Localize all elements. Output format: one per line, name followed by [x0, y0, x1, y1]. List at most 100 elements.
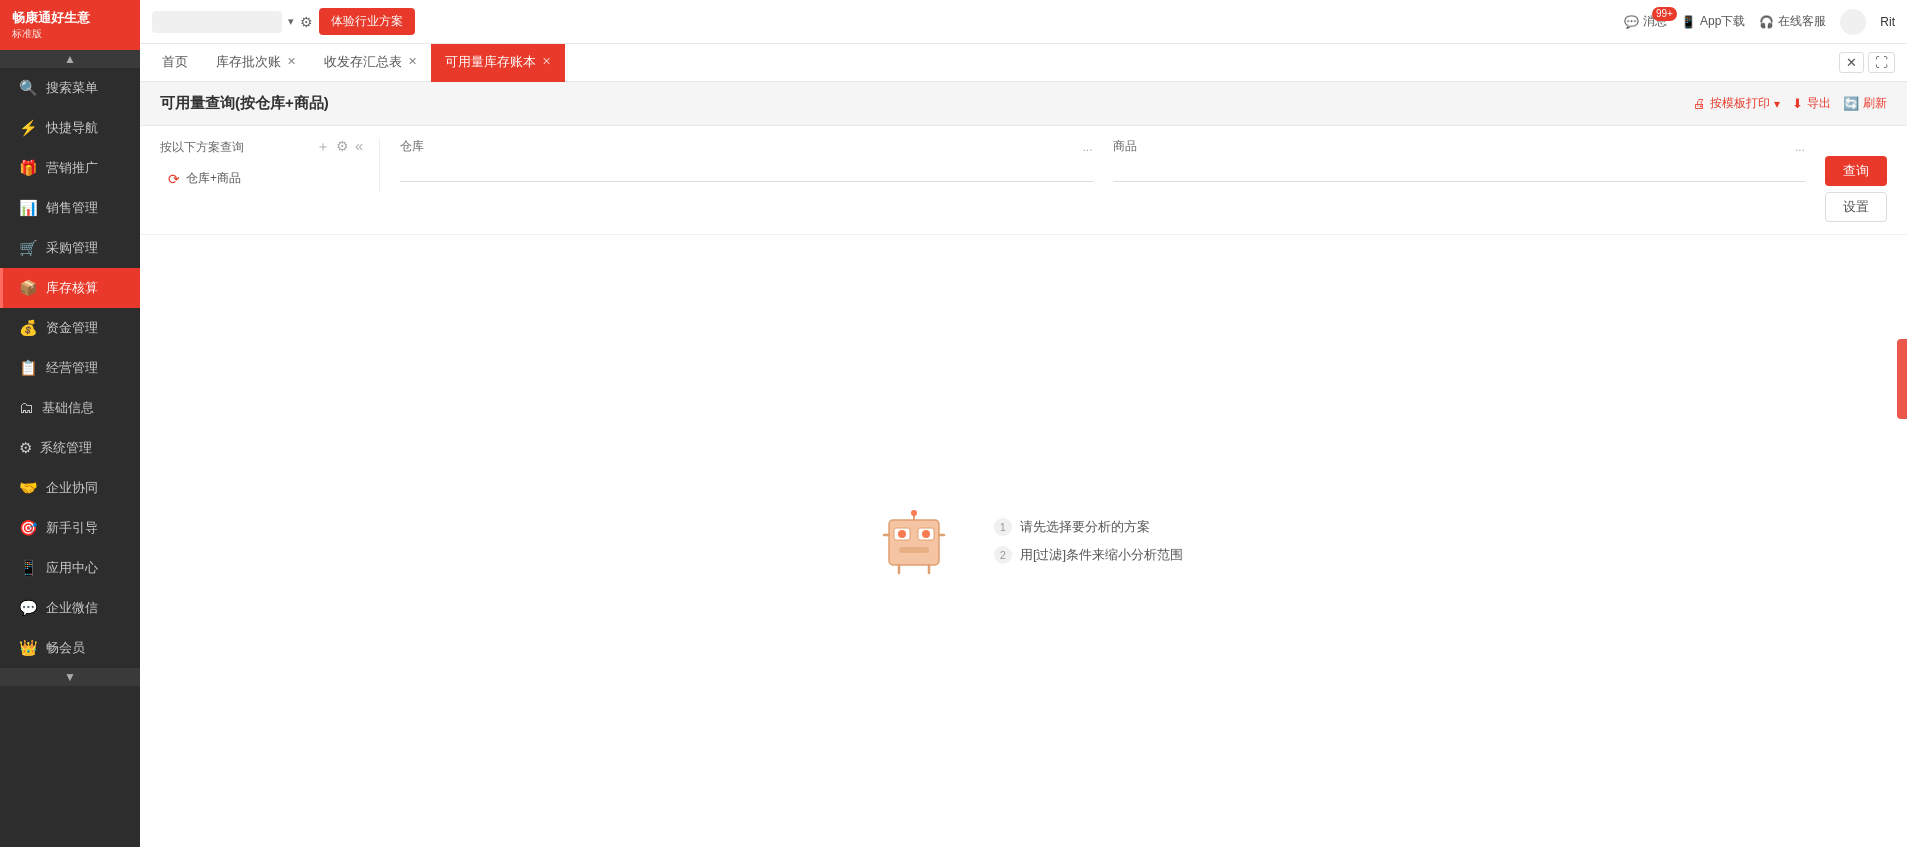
tip-item-1: 1 请先选择要分析的方案 — [994, 518, 1183, 536]
sidebar-item-purchase[interactable]: 🛒 采购管理 — [0, 228, 140, 268]
print-dropdown-icon: ▾ — [1774, 97, 1780, 111]
empty-tips: 1 请先选择要分析的方案 2 用[过滤]条件来缩小分析范围 — [994, 518, 1183, 564]
tab-batch-account[interactable]: 库存批次账 ✕ — [202, 44, 310, 82]
user-name: Rit — [1880, 15, 1895, 29]
sidebar-item-label: 新手引导 — [46, 519, 98, 537]
sidebar-item-operation[interactable]: 📋 经营管理 — [0, 348, 140, 388]
tab-collection-account-label: 收发存汇总表 — [324, 53, 402, 71]
print-action[interactable]: 🖨 按模板打印 ▾ — [1693, 95, 1780, 112]
guide-icon: 🎯 — [19, 519, 38, 537]
app-download-label: App下载 — [1700, 13, 1745, 30]
search-input[interactable] — [152, 11, 282, 33]
warehouse-label-text: 仓库 — [400, 138, 424, 155]
product-more[interactable]: ... — [1795, 140, 1805, 154]
scheme-option-label: 仓库+商品 — [186, 170, 241, 187]
sidebar-item-finance[interactable]: 💰 资金管理 — [0, 308, 140, 348]
message-badge: 99+ — [1652, 7, 1677, 21]
print-icon: 🖨 — [1693, 96, 1706, 111]
sidebar-item-quick-nav[interactable]: ⚡ 快捷导航 — [0, 108, 140, 148]
scheme-option-icon: ⟳ — [168, 171, 180, 187]
message-icon: 💬 — [1624, 15, 1639, 29]
sidebar-item-sales[interactable]: 📊 销售管理 — [0, 188, 140, 228]
member-icon: 👑 — [19, 639, 38, 657]
sidebar-item-label: 企业协同 — [46, 479, 98, 497]
tip-num-1: 1 — [994, 518, 1012, 536]
sidebar-scroll-up[interactable]: ▲ — [0, 50, 140, 68]
sidebar-item-wechat[interactable]: 💬 企业微信 — [0, 588, 140, 628]
topbar: ▾ ⚙ 体验行业方案 💬 消息 99+ 📱 App下载 🎧 在线客服 Rit — [140, 0, 1907, 44]
tab-collection-account[interactable]: 收发存汇总表 ✕ — [310, 44, 431, 82]
tab-available-stock-close[interactable]: ✕ — [542, 55, 551, 68]
sidebar-item-inventory[interactable]: 📦 库存核算 — [0, 268, 140, 308]
headset-icon: 🎧 — [1759, 15, 1774, 29]
warehouse-label: 仓库 ... — [400, 138, 1093, 155]
topbar-right: 💬 消息 99+ 📱 App下载 🎧 在线客服 Rit — [1624, 9, 1895, 35]
operation-icon: 📋 — [19, 359, 38, 377]
topbar-left: ▾ ⚙ 体验行业方案 — [152, 8, 1616, 35]
svg-rect-0 — [889, 520, 939, 565]
warehouse-more[interactable]: ... — [1082, 140, 1092, 154]
tab-home-label: 首页 — [162, 53, 188, 71]
query-button[interactable]: 查询 — [1825, 156, 1887, 186]
sidebar-item-system[interactable]: ⚙ 系统管理 — [0, 428, 140, 468]
svg-point-3 — [898, 530, 906, 538]
sidebar-item-member[interactable]: 👑 畅会员 — [0, 628, 140, 668]
sidebar-item-label: 应用中心 — [46, 559, 98, 577]
close-tab-btn[interactable]: ✕ — [1839, 52, 1864, 73]
gear-icon[interactable]: ⚙ — [300, 14, 313, 30]
expand-tab-btn[interactable]: ⛶ — [1868, 52, 1895, 73]
warehouse-input[interactable] — [400, 159, 1093, 182]
tip-text-2: 用[过滤]条件来缩小分析范围 — [1020, 546, 1183, 564]
product-field: 商品 ... — [1113, 138, 1806, 182]
export-action[interactable]: ⬇ 导出 — [1792, 95, 1831, 112]
sidebar-item-guide[interactable]: 🎯 新手引导 — [0, 508, 140, 548]
page-header-actions: 🖨 按模板打印 ▾ ⬇ 导出 🔄 刷新 — [1693, 95, 1887, 112]
tab-batch-account-close[interactable]: ✕ — [287, 55, 296, 68]
message-wrap[interactable]: 💬 消息 99+ — [1624, 13, 1667, 30]
tab-available-stock[interactable]: 可用量库存账本 ✕ — [431, 44, 565, 82]
sidebar-logo: 畅康通好生意 标准版 — [0, 0, 140, 50]
collapse-scheme-icon[interactable]: « — [355, 138, 363, 156]
sidebar-item-app-center[interactable]: 📱 应用中心 — [0, 548, 140, 588]
inventory-icon: 📦 — [19, 279, 38, 297]
online-service-wrap[interactable]: 🎧 在线客服 — [1759, 13, 1826, 30]
sidebar-item-search[interactable]: 🔍 搜索菜单 — [0, 68, 140, 108]
product-input[interactable] — [1113, 159, 1806, 182]
sidebar-item-label: 销售管理 — [46, 199, 98, 217]
add-scheme-icon[interactable]: ＋ — [316, 138, 330, 156]
industry-btn[interactable]: 体验行业方案 — [319, 8, 415, 35]
sidebar-item-cooperation[interactable]: 🤝 企业协同 — [0, 468, 140, 508]
filter-scheme-label: 按以下方案查询 ＋ ⚙ « — [160, 138, 363, 156]
tabs-right: ✕ ⛶ — [1839, 52, 1899, 73]
settings-button[interactable]: 设置 — [1825, 192, 1887, 222]
tip-num-2: 2 — [994, 546, 1012, 564]
scheme-label-text: 按以下方案查询 — [160, 139, 244, 156]
scheme-option-warehouse-product[interactable]: ⟳ 仓库+商品 — [160, 164, 363, 193]
sidebar-item-marketing[interactable]: 🎁 营销推广 — [0, 148, 140, 188]
settings-scheme-icon[interactable]: ⚙ — [336, 138, 349, 156]
purchase-icon: 🛒 — [19, 239, 38, 257]
product-label-text: 商品 — [1113, 138, 1137, 155]
sidebar-scroll-down[interactable]: ▼ — [0, 668, 140, 686]
logo-sub: 标准版 — [12, 27, 128, 40]
dropdown-icon[interactable]: ▾ — [288, 15, 294, 28]
tab-collection-account-close[interactable]: ✕ — [408, 55, 417, 68]
refresh-icon: 🔄 — [1843, 96, 1859, 111]
online-service-label: 在线客服 — [1778, 13, 1826, 30]
empty-state: 1 请先选择要分析的方案 2 用[过滤]条件来缩小分析范围 — [140, 235, 1907, 847]
refresh-action[interactable]: 🔄 刷新 — [1843, 95, 1887, 112]
app-download-wrap[interactable]: 📱 App下载 — [1681, 13, 1745, 30]
page-header: 可用量查询(按仓库+商品) 🖨 按模板打印 ▾ ⬇ 导出 🔄 刷新 — [140, 82, 1907, 126]
logo-name: 畅康通好生意 — [12, 10, 128, 27]
export-icon: ⬇ — [1792, 96, 1803, 111]
sidebar-item-label: 畅会员 — [46, 639, 85, 657]
avatar — [1840, 9, 1866, 35]
warehouse-field: 仓库 ... — [400, 138, 1093, 182]
sidebar-item-label: 库存核算 — [46, 279, 98, 297]
sidebar-item-label: 资金管理 — [46, 319, 98, 337]
tabs-bar: 首页 库存批次账 ✕ 收发存汇总表 ✕ 可用量库存账本 ✕ ✕ ⛶ — [140, 44, 1907, 82]
tab-home[interactable]: 首页 — [148, 44, 202, 82]
svg-rect-5 — [899, 547, 929, 553]
sidebar-item-basic[interactable]: 🗂 基础信息 — [0, 388, 140, 428]
page-title: 可用量查询(按仓库+商品) — [160, 94, 329, 113]
